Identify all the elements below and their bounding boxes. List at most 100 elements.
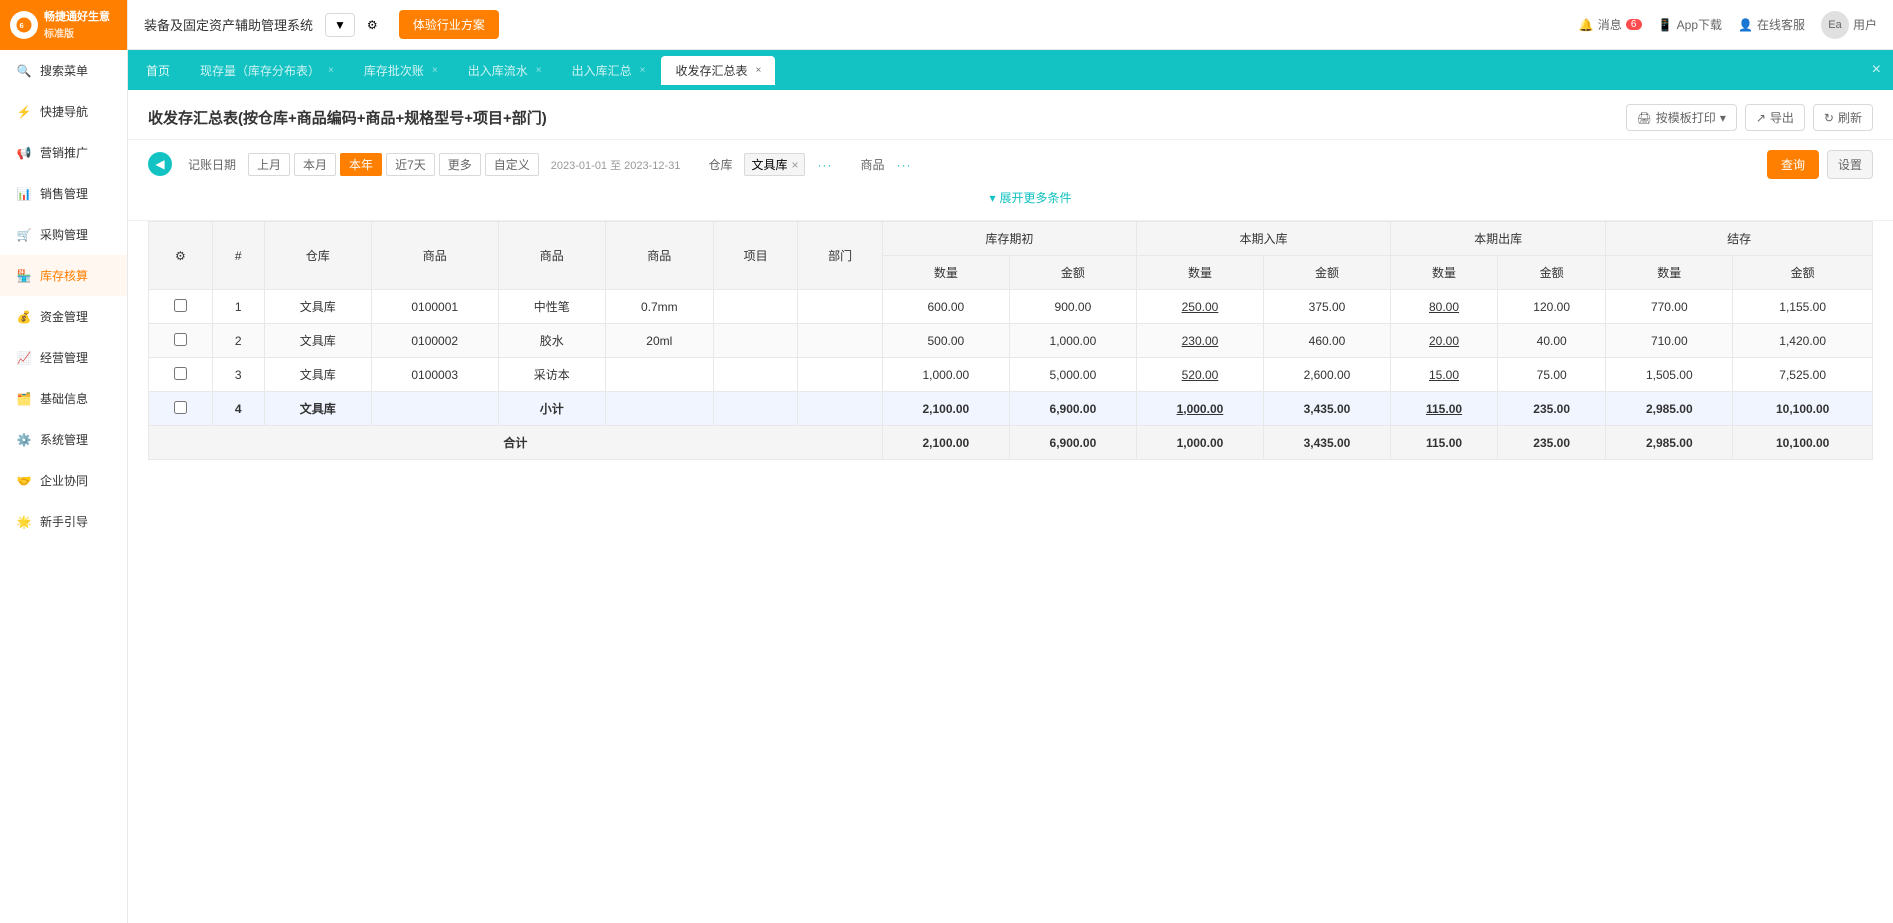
row-checkbox[interactable] [174,367,187,380]
sidebar-item-operations[interactable]: 📈 经营管理 [0,337,127,378]
row-checkbox[interactable] [174,299,187,312]
table-cell [798,324,882,358]
sidebar-item-basic[interactable]: 🗂️ 基础信息 [0,378,127,419]
app-download-action[interactable]: 📱 App下载 [1658,16,1722,33]
tab-close-inventory-dist[interactable]: × [328,65,334,76]
underline-value[interactable]: 80.00 [1429,300,1459,314]
table-cell[interactable]: 1,000.00 [1136,392,1263,426]
tab-recv-summary[interactable]: 收发存汇总表 × [661,56,775,85]
underline-value[interactable]: 230.00 [1182,334,1219,348]
system-icon: ⚙️ [16,432,32,448]
expand-btn[interactable]: ▾ 展开更多条件 [989,185,1071,210]
table-cell[interactable]: 230.00 [1136,324,1263,358]
query-button[interactable]: 查询 [1767,150,1819,179]
experience-btn[interactable]: 体验行业方案 [399,10,499,39]
close-all-tabs[interactable]: × [1864,57,1889,83]
sidebar-menu: 🔍 搜索菜单 ⚡ 快捷导航 📢 营销推广 📊 销售管理 🛒 采购管理 🏪 库存核… [0,50,127,923]
goods-more[interactable]: ··· [897,158,912,172]
sidebar-item-system[interactable]: ⚙️ 系统管理 [0,419,127,460]
sidebar-item-purchase[interactable]: 🛒 采购管理 [0,214,127,255]
underline-value[interactable]: 1,000.00 [1177,402,1224,416]
table-cell: 770.00 [1606,290,1733,324]
row-checkbox[interactable] [174,401,187,414]
system-selector[interactable]: ▼ [325,13,355,37]
underline-value[interactable]: 115.00 [1426,402,1462,416]
table-cell [605,358,713,392]
table-cell [713,290,797,324]
tab-inventory-dist[interactable]: 现存量（库存分布表） × [186,56,348,85]
period-btn-this-year[interactable]: 本年 [340,153,382,176]
warehouse-tag-remove[interactable]: × [791,158,798,172]
underline-value[interactable]: 20.00 [1429,334,1459,348]
table-cell: 文具库 [264,290,371,324]
period-btn-7days[interactable]: 近7天 [386,153,435,176]
period-btn-more[interactable]: 更多 [439,153,481,176]
table-cell[interactable]: 520.00 [1136,358,1263,392]
tab-close-inout-summary[interactable]: × [640,65,646,76]
sidebar-item-marketing[interactable]: 📢 营销推广 [0,132,127,173]
settings-gear[interactable]: ⚙ [367,18,387,32]
sidebar-item-guide[interactable]: 🌟 新手引导 [0,501,127,542]
warehouse-filter-label: 仓库 [708,156,732,173]
col-seq-header: # [212,222,264,290]
sidebar-item-finance[interactable]: 💰 资金管理 [0,296,127,337]
sidebar-item-search[interactable]: 🔍 搜索菜单 [0,50,127,91]
warehouse-more[interactable]: ··· [817,158,832,172]
export-icon: ↗ [1756,111,1766,125]
underline-value[interactable]: 250.00 [1182,300,1219,314]
online-service-action[interactable]: 👤 在线客服 [1738,16,1805,33]
tab-batch[interactable]: 库存批次账 × [350,56,452,85]
table-cell[interactable]: 80.00 [1391,290,1498,324]
sidebar-item-inventory[interactable]: 🏪 库存核算 [0,255,127,296]
table-cell: 500.00 [882,324,1009,358]
sidebar-item-sales[interactable]: 📊 销售管理 [0,173,127,214]
table-cell[interactable]: 15.00 [1391,358,1498,392]
tab-inout-flow[interactable]: 出入库流水 × [454,56,556,85]
sidebar-item-quick-nav[interactable]: ⚡ 快捷导航 [0,91,127,132]
svg-text:6: 6 [20,21,24,30]
user-action[interactable]: Ea 用户 [1821,11,1877,39]
underline-value[interactable]: 520.00 [1182,368,1219,382]
table-cell: 文具库 [264,358,371,392]
basic-icon: 🗂️ [16,391,32,407]
table-cell [149,290,213,324]
underline-value[interactable]: 15.00 [1429,368,1459,382]
table-cell[interactable]: 250.00 [1136,290,1263,324]
table-cell: 0100001 [371,290,498,324]
table-cell: 460.00 [1263,324,1390,358]
col-settings-header[interactable]: ⚙ [149,222,213,290]
period-btn-custom[interactable]: 自定义 [485,153,539,176]
table-container: ⚙ # 仓库 商品 商品 商品 项目 部门 库存期初 本期入库 本期出库 结存 [128,221,1893,480]
footer-in-amt: 3,435.00 [1263,426,1390,460]
table-cell: 1,420.00 [1733,324,1873,358]
table-cell: 小计 [498,392,605,426]
period-btn-this-month[interactable]: 本月 [294,153,336,176]
settings-button[interactable]: 设置 [1827,150,1873,179]
table-cell[interactable]: 115.00 [1391,392,1498,426]
sidebar-item-cooperation[interactable]: 🤝 企业协同 [0,460,127,501]
notifications-action[interactable]: 🔔 消息 6 [1579,16,1642,33]
guide-icon: 🌟 [16,514,32,530]
tab-inout-summary[interactable]: 出入库汇总 × [558,56,660,85]
sidebar: 6 畅捷通好生意 标准版 🔍 搜索菜单 ⚡ 快捷导航 📢 营销推广 📊 销售管理… [0,0,128,923]
tab-close-recv-summary[interactable]: × [755,65,761,76]
table-cell [149,358,213,392]
tab-close-batch[interactable]: × [432,65,438,76]
app-download-label: App下载 [1677,16,1722,33]
table-cell: 文具库 [264,392,371,426]
row-checkbox[interactable] [174,333,187,346]
print-button[interactable]: 🖨 按模板打印 ▾ [1626,104,1737,131]
collapse-btn[interactable]: ◀ [148,152,172,176]
table-cell: 2,985.00 [1606,392,1733,426]
table-cell: 文具库 [264,324,371,358]
refresh-button[interactable]: ↻ 刷新 [1813,104,1873,131]
service-icon: 👤 [1738,18,1753,32]
period-btn-last-month[interactable]: 上月 [248,153,290,176]
table-cell: 3 [212,358,264,392]
table-cell[interactable]: 20.00 [1391,324,1498,358]
page-content: 收发存汇总表(按仓库+商品编码+商品+规格型号+项目+部门) 🖨 按模板打印 ▾… [128,90,1893,923]
tab-close-inout-flow[interactable]: × [536,65,542,76]
footer-bal-qty: 2,985.00 [1606,426,1733,460]
tab-home[interactable]: 首页 [132,56,184,85]
export-button[interactable]: ↗ 导出 [1745,104,1805,131]
